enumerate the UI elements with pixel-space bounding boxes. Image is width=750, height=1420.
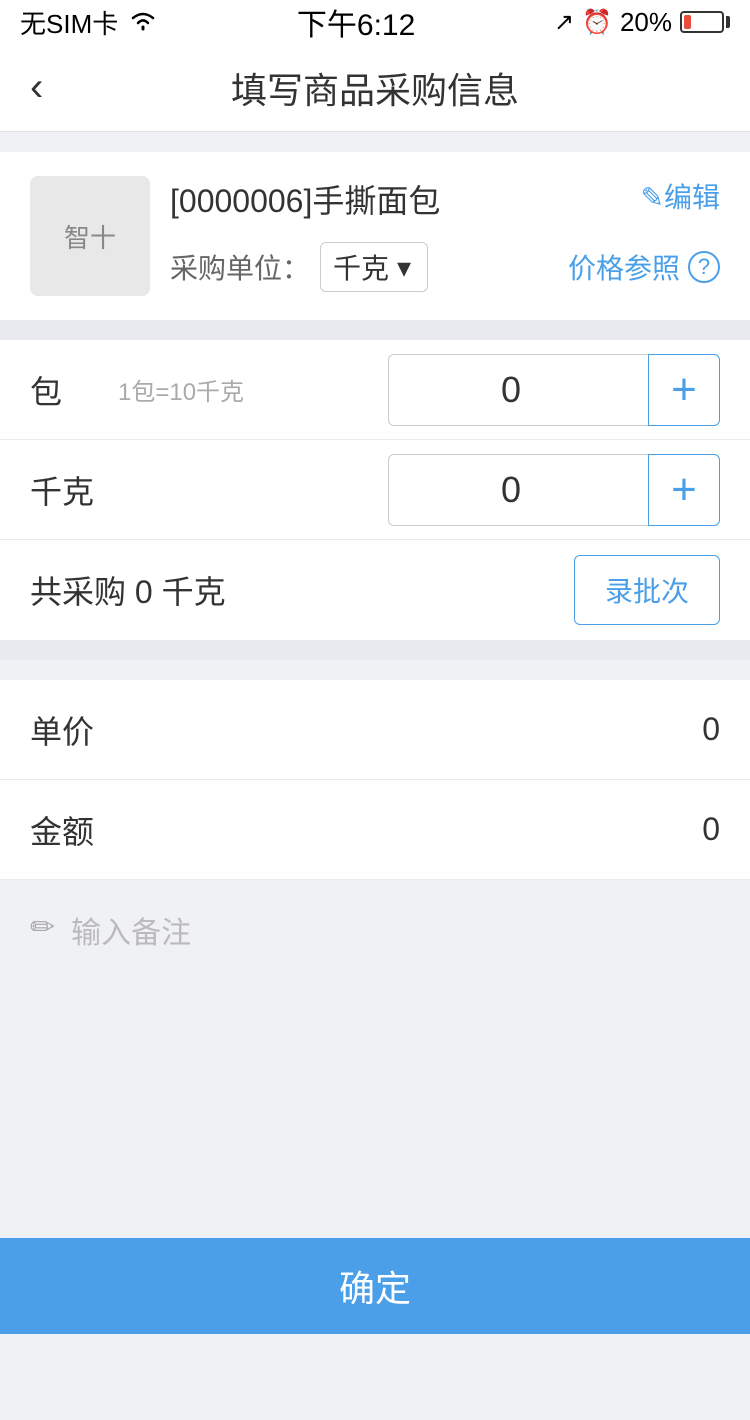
battery-pct: 20% xyxy=(620,7,672,38)
unit-dropdown[interactable]: 千克 ▾ xyxy=(320,242,428,292)
kg-input-row: 千克 + xyxy=(0,440,750,540)
input-section: 包 1包=10千克 + 千克 + 共采购 0 千克 录批次 xyxy=(0,340,750,640)
amount-label: 金额 xyxy=(30,807,94,853)
kg-input-group: + xyxy=(388,454,720,526)
amount-row: 金额 0 xyxy=(0,780,750,880)
product-name: [0000006]手撕面包 xyxy=(170,176,440,222)
product-info: [0000006]手撕面包 ✎编辑 采购单位： 千克 ▾ 价格参照 ? xyxy=(170,176,720,292)
unit-price-row: 单价 0 xyxy=(0,680,750,780)
status-left: 无SIM卡 xyxy=(20,4,158,41)
battery-icon xyxy=(680,11,730,33)
amount-value: 0 xyxy=(702,811,720,848)
pack-plus-button[interactable]: + xyxy=(648,354,720,426)
status-right: ↗ ⏰ 20% xyxy=(554,7,730,38)
thumbnail-label: 智十 xyxy=(64,218,116,255)
kg-label: 千克 xyxy=(30,467,110,513)
note-placeholder-text: 输入备注 xyxy=(71,908,191,952)
unit-value: 千克 xyxy=(333,247,389,287)
unit-selector: 采购单位： 千克 ▾ xyxy=(170,242,428,292)
pack-input-group: + xyxy=(388,354,720,426)
edit-button[interactable]: ✎编辑 xyxy=(641,176,720,216)
product-card: 智十 [0000006]手撕面包 ✎编辑 采购单位： 千克 ▾ 价格参照 ? xyxy=(0,152,750,320)
unit-price-label: 单价 xyxy=(30,707,94,753)
pack-input-row: 包 1包=10千克 + xyxy=(0,340,750,440)
price-ref-help-icon: ? xyxy=(688,251,720,283)
status-time: 下午6:12 xyxy=(297,0,415,44)
kg-plus-button[interactable]: + xyxy=(648,454,720,526)
separator-2 xyxy=(0,640,750,660)
page-title: 填写商品采购信息 xyxy=(231,62,519,114)
confirm-button[interactable]: 确定 xyxy=(0,1238,750,1334)
kg-input[interactable] xyxy=(388,454,648,526)
batch-button[interactable]: 录批次 xyxy=(574,555,720,625)
unit-price-value: 0 xyxy=(702,711,720,748)
price-ref-label: 价格参照 xyxy=(568,247,680,287)
summary-row: 共采购 0 千克 录批次 xyxy=(0,540,750,640)
separator-1 xyxy=(0,320,750,340)
product-thumbnail: 智十 xyxy=(30,176,150,296)
alarm-icon: ⏰ xyxy=(582,8,612,37)
back-button[interactable]: ‹ xyxy=(30,65,43,110)
status-bar: 无SIM卡 下午6:12 ↗ ⏰ 20% xyxy=(0,0,750,44)
wifi-icon xyxy=(128,7,158,38)
pack-sub-label: 1包=10千克 xyxy=(118,372,244,407)
note-section[interactable]: ✏ 输入备注 xyxy=(0,880,750,1080)
unit-arrow-icon: ▾ xyxy=(397,251,411,284)
product-meta: 采购单位： 千克 ▾ 价格参照 ? xyxy=(170,242,720,292)
nav-bar: ‹ 填写商品采购信息 xyxy=(0,44,750,132)
unit-prefix: 采购单位： xyxy=(170,247,310,287)
carrier-label: 无SIM卡 xyxy=(20,4,118,41)
pack-input[interactable] xyxy=(388,354,648,426)
price-ref-button[interactable]: 价格参照 ? xyxy=(568,247,720,287)
location-icon: ↗ xyxy=(554,8,574,37)
info-section: 单价 0 金额 0 xyxy=(0,680,750,880)
note-pencil-icon: ✏ xyxy=(30,910,55,945)
product-header: [0000006]手撕面包 ✎编辑 xyxy=(170,176,720,222)
total-amount-text: 共采购 0 千克 xyxy=(30,567,226,613)
pack-label: 包 xyxy=(30,367,110,413)
